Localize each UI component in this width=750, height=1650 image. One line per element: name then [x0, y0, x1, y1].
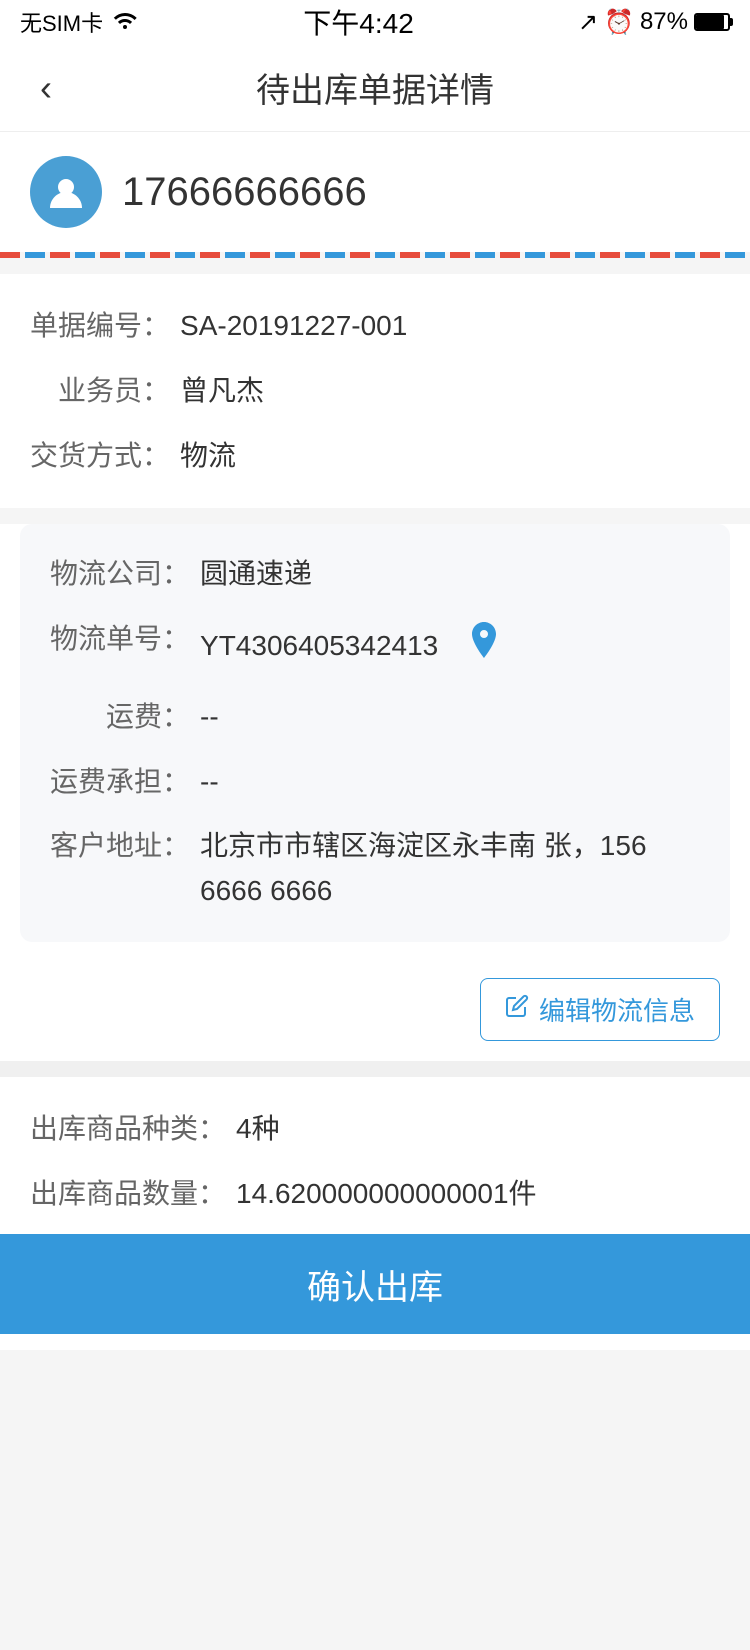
order-info-section: 单据编号： SA-20191227-001 业务员： 曾凡杰 交货方式： 物流 — [0, 274, 750, 508]
address-row: 客户地址： 北京市市辖区海淀区永丰南 张，156 6666 6666 — [50, 824, 700, 914]
edit-icon — [505, 994, 529, 1025]
battery-icon — [694, 13, 730, 31]
page-title: 待出库单据详情 — [256, 63, 494, 112]
content-area: 17666666666 单据编号： SA-20191227-001 业务员： 曾… — [0, 132, 750, 1650]
sim-text: 无SIM卡 — [20, 6, 103, 38]
dashed-separator — [0, 252, 750, 258]
confirm-button-label: 确认出库 — [307, 1260, 443, 1309]
location-icon[interactable] — [468, 617, 500, 675]
delivery-method-label: 交货方式： — [30, 434, 180, 479]
sales-person-row: 业务员： 曾凡杰 — [30, 369, 720, 414]
customer-phone: 17666666666 — [122, 170, 367, 215]
nav-bar: ‹ 待出库单据详情 — [0, 44, 750, 132]
tracking-number-label: 物流单号： — [50, 617, 200, 662]
order-number-row: 单据编号： SA-20191227-001 — [30, 304, 720, 349]
section-divider — [0, 1061, 750, 1077]
order-number-label: 单据编号： — [30, 304, 180, 349]
logistics-wrapper: 物流公司： 圆通速递 物流单号： YT43064053424​13 运费： -- — [0, 524, 750, 1061]
freight-label: 运费： — [50, 695, 200, 740]
goods-type-row: 出库商品种类： 4种 — [30, 1107, 720, 1152]
status-right: ↗ ⏰ 87% — [578, 8, 730, 37]
logistics-company-row: 物流公司： 圆通速递 — [50, 552, 700, 597]
tracking-number-value: YT43064053424​13 — [200, 617, 700, 675]
delivery-method-row: 交货方式： 物流 — [30, 434, 720, 479]
logistics-section: 物流公司： 圆通速递 物流单号： YT43064053424​13 运费： -- — [20, 524, 730, 942]
freight-bearer-label: 运费承担： — [50, 760, 200, 805]
freight-bearer-row: 运费承担： -- — [50, 760, 700, 805]
order-number-value: SA-20191227-001 — [180, 304, 720, 349]
status-time: 下午4:42 — [303, 2, 414, 42]
status-left: 无SIM卡 — [20, 6, 139, 38]
goods-quantity-label: 出库商品数量： — [30, 1172, 236, 1217]
sales-person-value: 曾凡杰 — [180, 369, 720, 414]
status-bar: 无SIM卡 下午4:42 ↗ ⏰ 87% — [0, 0, 750, 44]
sales-person-label: 业务员： — [30, 369, 180, 414]
logistics-company-value: 圆通速递 — [200, 552, 700, 597]
freight-value: -- — [200, 695, 700, 740]
avatar — [30, 156, 102, 228]
goods-quantity-row: 出库商品数量： 14.620000000000001件 — [30, 1172, 720, 1217]
edit-logistics-label: 编辑物流信息 — [539, 991, 695, 1028]
confirm-bar[interactable]: 确认出库 — [0, 1234, 750, 1334]
wifi-icon — [111, 8, 139, 36]
bottom-spacer — [0, 1350, 750, 1550]
battery-text: 87% — [640, 8, 688, 36]
tracking-number-row: 物流单号： YT43064053424​13 — [50, 617, 700, 675]
edit-logistics-area: 编辑物流信息 — [0, 958, 750, 1061]
alarm-icon: ⏰ — [604, 8, 634, 37]
delivery-method-value: 物流 — [180, 434, 720, 479]
goods-quantity-value: 14.620000000000001件 — [236, 1172, 720, 1217]
goods-type-label: 出库商品种类： — [30, 1107, 236, 1152]
edit-logistics-button[interactable]: 编辑物流信息 — [480, 978, 720, 1041]
goods-type-value: 4种 — [236, 1107, 720, 1152]
freight-row: 运费： -- — [50, 695, 700, 740]
address-label: 客户地址： — [50, 824, 200, 869]
address-value: 北京市市辖区海淀区永丰南 张，156 6666 6666 — [200, 824, 700, 914]
back-button[interactable]: ‹ — [30, 57, 62, 119]
logistics-company-label: 物流公司： — [50, 552, 200, 597]
direction-icon: ↗ — [578, 8, 598, 37]
freight-bearer-value: -- — [200, 760, 700, 805]
goods-section: 出库商品种类： 4种 出库商品数量： 14.620000000000001件 — [0, 1077, 750, 1247]
customer-header: 17666666666 — [0, 132, 750, 252]
